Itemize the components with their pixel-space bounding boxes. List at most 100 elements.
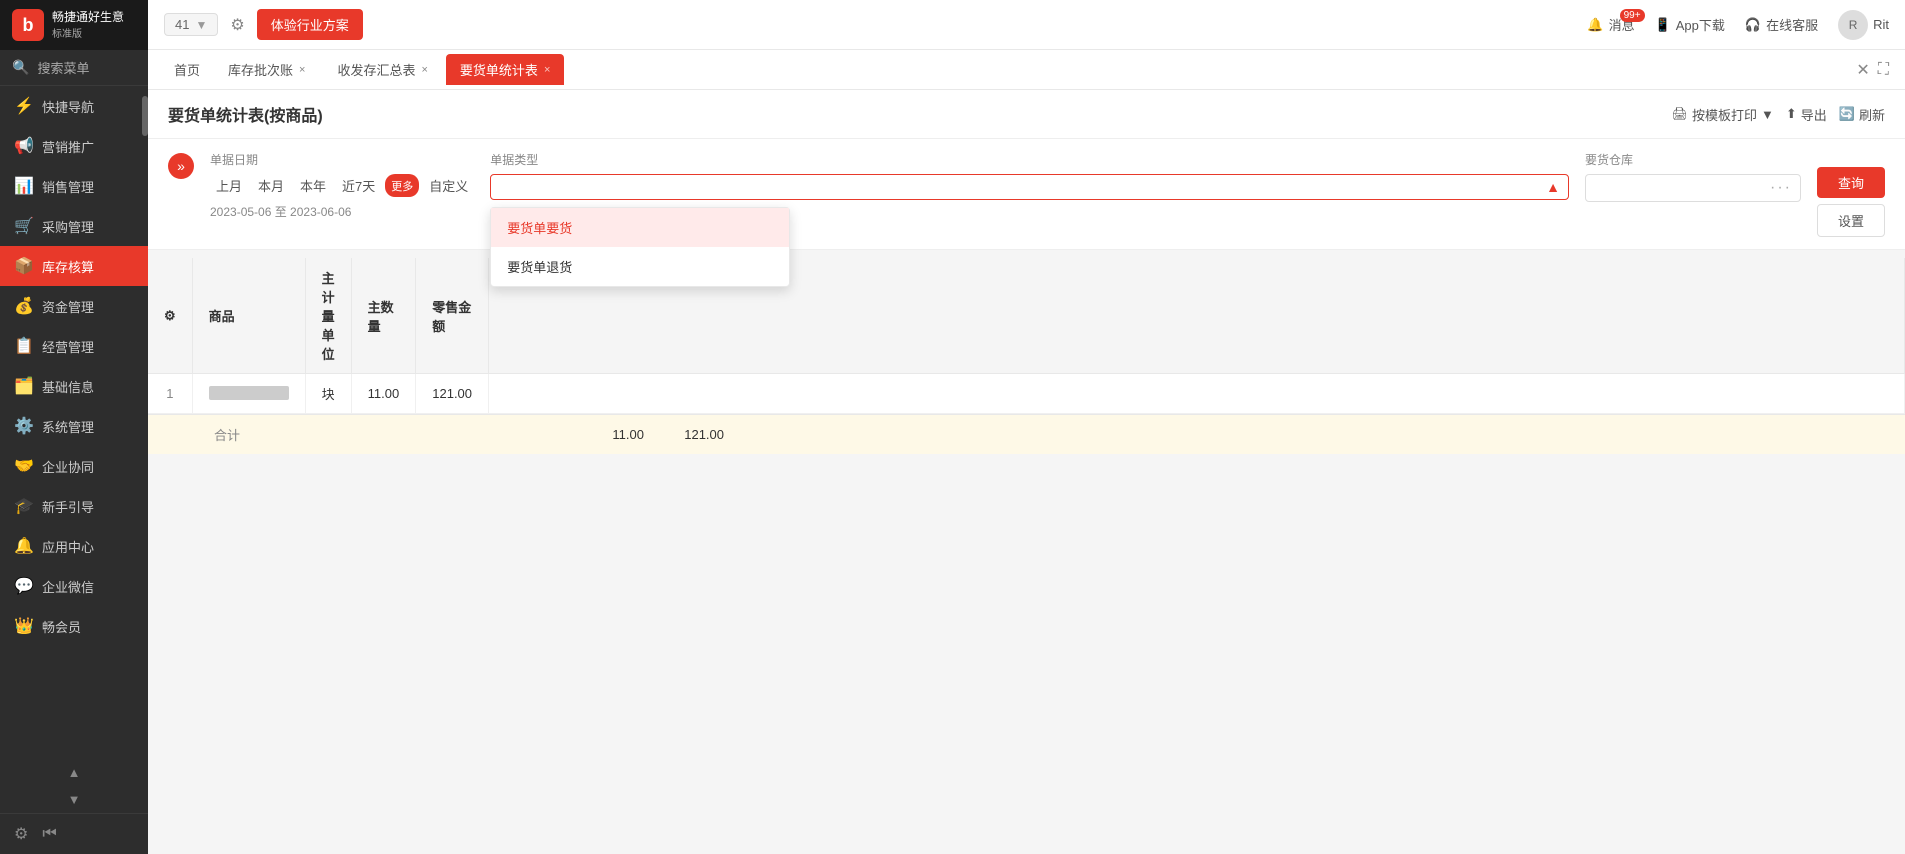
sidebar-item-appstore[interactable]: 🔔 应用中心 bbox=[0, 526, 148, 566]
sidebar-item-label: 企业协同 bbox=[42, 457, 94, 476]
refresh-btn[interactable]: 🔄 刷新 bbox=[1839, 105, 1885, 124]
filter-expand-btn[interactable]: » bbox=[168, 153, 194, 179]
tab-batch-account[interactable]: 库存批次账 × bbox=[214, 54, 319, 85]
sidebar-item-finance[interactable]: 💰 资金管理 bbox=[0, 286, 148, 326]
print-icon: 🖨 bbox=[1671, 106, 1688, 122]
header-right: 🔔 消息 99+ 📱 App下载 🎧 在线客服 R Rit bbox=[1587, 10, 1889, 40]
sidebar-item-label: 库存核算 bbox=[42, 257, 94, 276]
tab-count-display[interactable]: 41 ▼ bbox=[164, 13, 218, 36]
tabs-bar-right: ✕ ⛶ bbox=[1856, 60, 1889, 80]
sidebar-item-label: 采购管理 bbox=[42, 217, 94, 236]
sidebar-item-label: 新手引导 bbox=[42, 497, 94, 516]
app-download-label: App下载 bbox=[1676, 15, 1725, 34]
quick-nav-icon: ⚡ bbox=[14, 96, 34, 116]
sidebar-item-sales[interactable]: 📊 销售管理 bbox=[0, 166, 148, 206]
table-area: ⚙ 商品 主计量单位 主数量 零售金额 1 bbox=[148, 258, 1905, 454]
date-btn-prev[interactable]: 上月 bbox=[210, 174, 248, 197]
sidebar-item-guide[interactable]: 🎓 新手引导 bbox=[0, 486, 148, 526]
tab-home[interactable]: 首页 bbox=[164, 54, 210, 85]
filter-type-input[interactable] bbox=[499, 180, 1546, 195]
sidebar-item-label: 经营管理 bbox=[42, 337, 94, 356]
app-download-btn[interactable]: 📱 App下载 bbox=[1655, 15, 1725, 34]
date-btn-more[interactable]: 更多 bbox=[385, 174, 419, 197]
filter-actions: 查询 设置 bbox=[1817, 167, 1885, 237]
sidebar-item-purchase[interactable]: 🛒 采购管理 bbox=[0, 206, 148, 246]
sidebar-item-enterprise[interactable]: 🤝 企业协同 bbox=[0, 446, 148, 486]
setting-button[interactable]: 设置 bbox=[1817, 204, 1885, 237]
dropdown-option-requisition-return[interactable]: 要货单退货 bbox=[491, 247, 789, 286]
print-template-btn[interactable]: 🖨 按模板打印 ▼ bbox=[1671, 105, 1773, 124]
date-btn-current[interactable]: 本月 bbox=[252, 174, 290, 197]
date-btn-custom[interactable]: 自定义 bbox=[423, 174, 474, 197]
type-dropdown: 要货单要货 要货单退货 bbox=[490, 207, 790, 287]
sidebar-search[interactable]: 🔍 搜索菜单 bbox=[0, 50, 148, 86]
query-button[interactable]: 查询 bbox=[1817, 167, 1885, 198]
messages-btn[interactable]: 🔔 消息 99+ bbox=[1587, 15, 1634, 34]
tabs-bar: 首页 库存批次账 × 收发存汇总表 × 要货单统计表 × ✕ ⛶ bbox=[148, 50, 1905, 90]
header-gear-icon[interactable]: ⚙ bbox=[230, 15, 244, 35]
avatar: R bbox=[1838, 10, 1868, 40]
sidebar-scroll-up[interactable]: ▼ bbox=[0, 786, 148, 813]
filter-warehouse-label: 要货仓库 bbox=[1585, 151, 1801, 168]
user-menu[interactable]: R Rit bbox=[1838, 10, 1889, 40]
col-amount: 零售金额 bbox=[416, 258, 489, 374]
filter-date-group: 单据日期 上月 本月 本年 近7天 更多 自定义 2023-05-06 至 20… bbox=[210, 151, 474, 220]
date-btn-year[interactable]: 本年 bbox=[294, 174, 332, 197]
row-extra bbox=[489, 374, 1905, 414]
sidebar-item-label: 资金管理 bbox=[42, 297, 94, 316]
logo-text: 畅捷通好生意 bbox=[52, 10, 124, 26]
collapse-icon[interactable]: ⏮ bbox=[42, 825, 56, 843]
sales-icon: 📊 bbox=[14, 176, 34, 196]
tabs-expand-icon[interactable]: ⛶ bbox=[1878, 61, 1889, 79]
filter-warehouse-dots-icon[interactable]: ··· bbox=[1770, 179, 1792, 197]
sidebar-item-inventory[interactable]: 📦 库存核算 bbox=[0, 246, 148, 286]
sidebar-item-system[interactable]: ⚙️ 系统管理 bbox=[0, 406, 148, 446]
tab-label: 收发存汇总表 bbox=[337, 60, 415, 79]
filter-area: » 单据日期 上月 本月 本年 近7天 更多 自定义 2023-05-06 至 … bbox=[148, 139, 1905, 250]
tab-count-value: 41 bbox=[175, 17, 189, 32]
appstore-icon: 🔔 bbox=[14, 536, 34, 556]
logo-sub: 标准版 bbox=[52, 25, 124, 40]
col-product: 商品 bbox=[192, 258, 305, 374]
sidebar-item-member[interactable]: 👑 畅会员 bbox=[0, 606, 148, 646]
filter-warehouse-input[interactable] bbox=[1594, 181, 1770, 196]
col-settings[interactable]: ⚙ bbox=[148, 258, 192, 374]
tab-recv-summary[interactable]: 收发存汇总表 × bbox=[323, 54, 441, 85]
export-label: 导出 bbox=[1801, 105, 1827, 124]
sidebar-item-marketing[interactable]: 📢 营销推广 bbox=[0, 126, 148, 166]
purchase-icon: 🛒 bbox=[14, 216, 34, 236]
table-footer-amount: 121.00 bbox=[644, 427, 724, 442]
finance-icon: 💰 bbox=[14, 296, 34, 316]
sidebar-item-quick-nav[interactable]: ⚡ 快捷导航 bbox=[0, 86, 148, 126]
filter-type-chevron-icon[interactable]: ▲ bbox=[1546, 179, 1560, 195]
export-icon: ⬆ bbox=[1786, 106, 1797, 122]
member-icon: 👑 bbox=[14, 616, 34, 636]
base-icon: 🗂️ bbox=[14, 376, 34, 396]
table-footer-label: 合计 bbox=[214, 425, 564, 444]
search-icon: 🔍 bbox=[12, 59, 29, 76]
page-content: 要货单统计表(按商品) 🖨 按模板打印 ▼ ⬆ 导出 🔄 刷新 » bbox=[148, 90, 1905, 854]
header: 41 ▼ ⚙ 体验行业方案 🔔 消息 99+ 📱 App下载 🎧 在线客服 R bbox=[148, 0, 1905, 50]
tab-close-icon[interactable]: × bbox=[299, 64, 305, 76]
tab-requisition-summary[interactable]: 要货单统计表 × bbox=[446, 54, 564, 85]
dropdown-option-requisition-order[interactable]: 要货单要货 bbox=[491, 208, 789, 247]
tab-close-icon[interactable]: × bbox=[421, 64, 427, 76]
filter-type-input-wrap[interactable]: ▲ bbox=[490, 174, 1569, 200]
export-btn[interactable]: ⬆ 导出 bbox=[1786, 105, 1827, 124]
sidebar-item-base[interactable]: 🗂️ 基础信息 bbox=[0, 366, 148, 406]
col-qty: 主数量 bbox=[351, 258, 416, 374]
trial-button[interactable]: 体验行业方案 bbox=[257, 9, 363, 40]
date-btn-week7[interactable]: 近7天 bbox=[336, 174, 381, 197]
sidebar-scroll-down[interactable]: ▲ bbox=[0, 759, 148, 786]
print-chevron-icon: ▼ bbox=[1761, 107, 1774, 122]
inventory-icon: 📦 bbox=[14, 256, 34, 276]
online-service-btn[interactable]: 🎧 在线客服 bbox=[1745, 15, 1818, 34]
table-row: 1 块 11.00 121.00 bbox=[148, 374, 1905, 414]
filter-warehouse-input-wrap[interactable]: ··· bbox=[1585, 174, 1801, 202]
table-footer-qty: 11.00 bbox=[564, 427, 644, 442]
sidebar-item-wechat[interactable]: 💬 企业微信 bbox=[0, 566, 148, 606]
tab-close-icon[interactable]: × bbox=[544, 64, 550, 76]
sidebar-item-operations[interactable]: 📋 经营管理 bbox=[0, 326, 148, 366]
tabs-close-all-icon[interactable]: ✕ bbox=[1856, 60, 1869, 80]
settings-icon[interactable]: ⚙ bbox=[14, 824, 28, 844]
